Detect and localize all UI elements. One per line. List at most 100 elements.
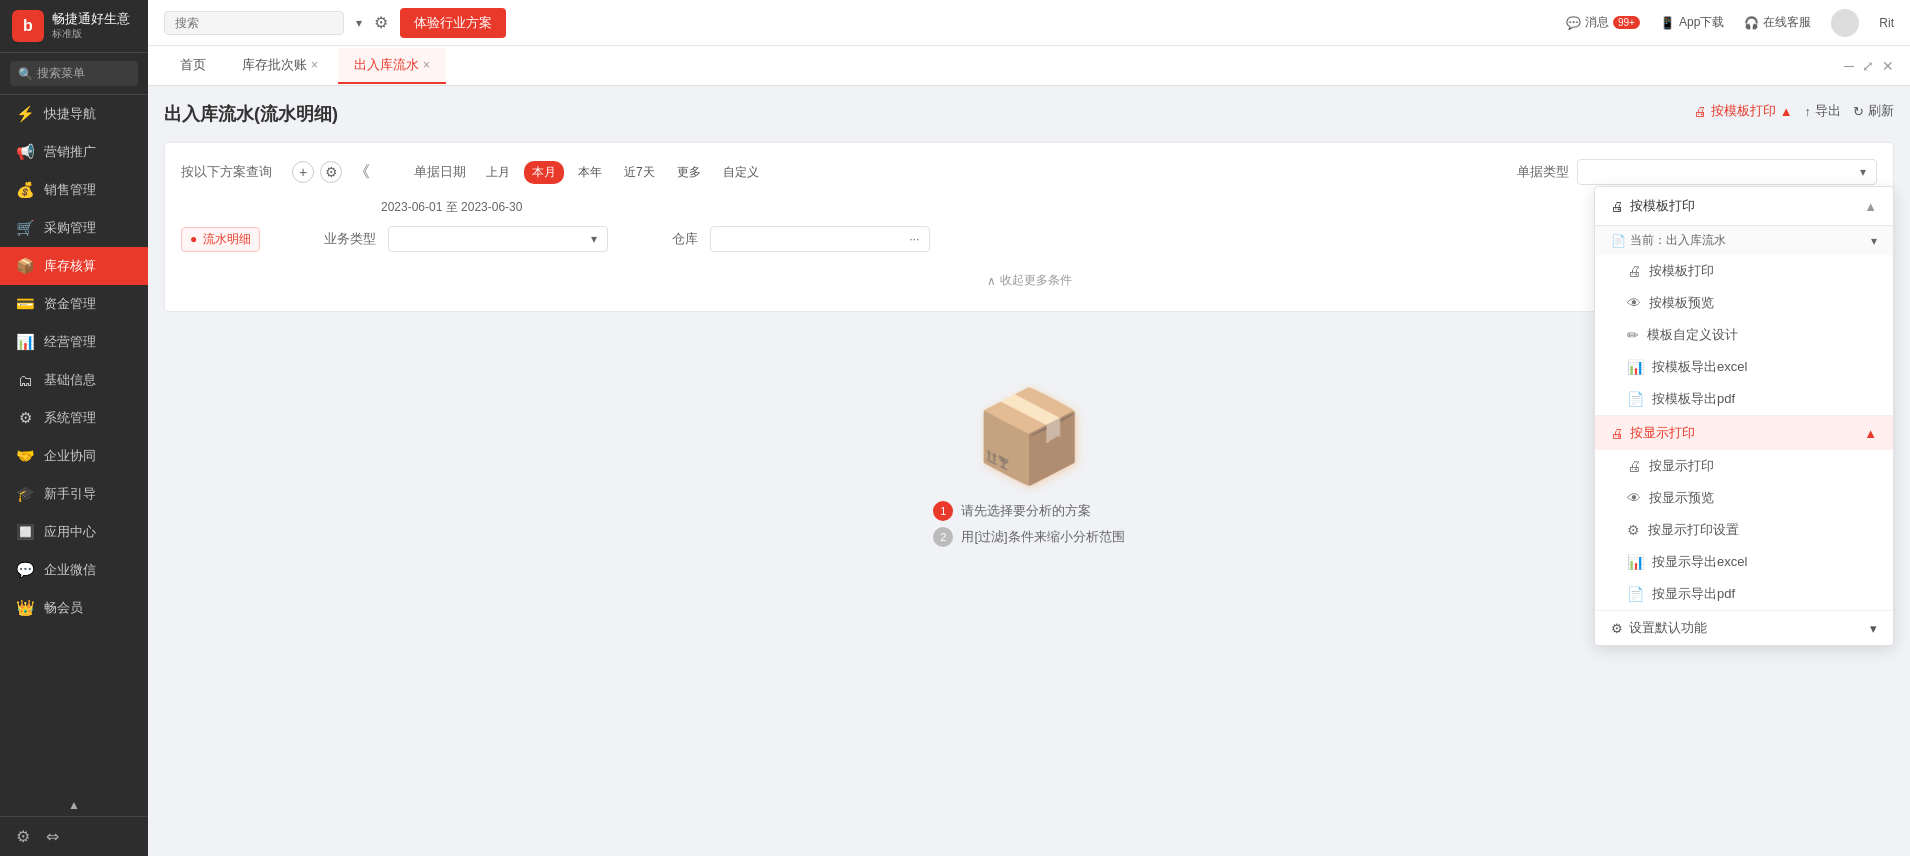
sidebar-item-shortcut[interactable]: ⚡ 快捷导航 (0, 95, 148, 133)
printer-panel-icon: 🖨 (1611, 199, 1624, 214)
headset-icon: 🎧 (1744, 16, 1759, 30)
sidebar-search-area[interactable]: 🔍 搜索菜单 (0, 53, 148, 95)
sidebar-item-base[interactable]: 🗂 基础信息 (0, 361, 148, 399)
sidebar-item-system[interactable]: ⚙ 系统管理 (0, 399, 148, 437)
template-export-pdf-item[interactable]: 📄 按模板导出pdf (1595, 383, 1893, 415)
tab-home[interactable]: 首页 (164, 48, 222, 84)
template-customize-icon: ✏ (1627, 327, 1639, 343)
sidebar-bottom: ⚙ ⇔ (0, 816, 148, 856)
sidebar-item-member[interactable]: 👑 畅会员 (0, 589, 148, 627)
type-filter-area: 单据类型 ▾ (1517, 159, 1877, 185)
date-btn-more[interactable]: 更多 (669, 161, 709, 184)
display-preview-item[interactable]: 👁 按显示预览 (1595, 482, 1893, 514)
sidebar-item-operation[interactable]: 📊 经营管理 (0, 323, 148, 361)
current-chevron[interactable]: ▾ (1871, 234, 1877, 248)
template-export-excel-item[interactable]: 📊 按模板导出excel (1595, 351, 1893, 383)
set-default-icon: ⚙ (1611, 621, 1623, 636)
topbar-settings-icon[interactable]: ⚙ (374, 13, 388, 32)
template-customize-item[interactable]: ✏ 模板自定义设计 (1595, 319, 1893, 351)
sidebar-item-finance[interactable]: 💳 资金管理 (0, 285, 148, 323)
sidebar-item-sales[interactable]: 💰 销售管理 (0, 171, 148, 209)
system-icon: ⚙ (16, 409, 34, 427)
online-service-btn[interactable]: 🎧 在线客服 (1744, 14, 1811, 31)
sidebar-item-enterprise[interactable]: 🤝 企业协同 (0, 437, 148, 475)
template-preview-item[interactable]: 👁 按模板预览 (1595, 287, 1893, 319)
inventory-icon: 📦 (16, 257, 34, 275)
display-print-section-header[interactable]: 🖨 按显示打印 ▲ (1595, 416, 1893, 450)
date-btn-custom[interactable]: 自定义 (715, 161, 767, 184)
tabs-close-all-icon[interactable]: ✕ (1882, 58, 1894, 74)
sidebar-nav: ⚡ 快捷导航 📢 营销推广 💰 销售管理 🛒 采购管理 📦 库存核算 💳 资金管… (0, 95, 148, 794)
display-print-chevron[interactable]: ▲ (1864, 426, 1877, 441)
tabs-max-icon[interactable]: ⤢ (1862, 58, 1874, 74)
display-print-settings-item[interactable]: ⚙ 按显示打印设置 (1595, 514, 1893, 546)
export-btn[interactable]: ↑ 导出 (1805, 102, 1842, 120)
sidebar-item-label: 采购管理 (44, 219, 96, 237)
sidebar-item-purchase[interactable]: 🛒 采购管理 (0, 209, 148, 247)
filter-setting-button[interactable]: ⚙ (320, 161, 342, 183)
template-export-pdf-label: 按模板导出pdf (1652, 390, 1735, 408)
sidebar-item-label: 资金管理 (44, 295, 96, 313)
search-menu-btn[interactable]: 🔍 搜索菜单 (10, 61, 138, 86)
type-select-arrow: ▾ (1860, 165, 1866, 179)
date-btn-this-year[interactable]: 本年 (570, 161, 610, 184)
refresh-btn[interactable]: ↻ 刷新 (1853, 102, 1894, 120)
display-export-excel-item[interactable]: 📊 按显示导出excel (1595, 546, 1893, 578)
business-type-select[interactable]: ▾ (388, 226, 608, 252)
date-btn-7days[interactable]: 近7天 (616, 161, 663, 184)
collapse-sidebar-icon[interactable]: ⇔ (46, 827, 59, 846)
sidebar-item-guide[interactable]: 🎓 新手引导 (0, 475, 148, 513)
sidebar-item-inventory[interactable]: 📦 库存核算 (0, 247, 148, 285)
step-1-text: 请先选择要分析的方案 (961, 502, 1091, 520)
avatar[interactable] (1831, 9, 1859, 37)
settings-bottom-icon[interactable]: ⚙ (16, 827, 30, 846)
date-btn-this-month[interactable]: 本月 (524, 161, 564, 184)
message-btn[interactable]: 💬 消息 99+ (1566, 14, 1640, 31)
step-1-num: 1 (933, 501, 953, 521)
topbar-search-input[interactable] (164, 11, 344, 35)
filter-title-label: 按以下方案查询 (181, 163, 272, 181)
appcenter-icon: 🔲 (16, 523, 34, 541)
set-default-section[interactable]: ⚙ 设置默认功能 ▾ (1595, 611, 1893, 645)
sidebar-item-wecom[interactable]: 💬 企业微信 (0, 551, 148, 589)
type-select[interactable]: ▾ (1577, 159, 1877, 185)
display-print-item[interactable]: 🖨 按显示打印 (1595, 450, 1893, 482)
logo-icon: b (12, 10, 44, 42)
warehouse-label: 仓库 (672, 230, 698, 248)
date-label: 单据日期 (414, 163, 466, 181)
display-export-pdf-item[interactable]: 📄 按显示导出pdf (1595, 578, 1893, 610)
chevron-up-icon: ▲ (1780, 104, 1793, 119)
tab-inventory-flow-close[interactable]: × (423, 58, 430, 72)
print-panel-collapse-icon[interactable]: ▲ (1864, 199, 1877, 214)
sidebar-item-label: 畅会员 (44, 599, 83, 617)
warehouse-select[interactable]: ··· (710, 226, 930, 252)
sidebar-item-marketing[interactable]: 📢 营销推广 (0, 133, 148, 171)
industry-solution-button[interactable]: 体验行业方案 (400, 8, 506, 38)
flow-detail-tag[interactable]: ● 流水明细 (181, 227, 260, 252)
tab-inventory-flow[interactable]: 出入库流水 × (338, 48, 446, 84)
template-export-excel-label: 按模板导出excel (1652, 358, 1747, 376)
display-print-header-inner: 🖨 按显示打印 (1611, 424, 1695, 442)
template-print-btn[interactable]: 🖨 按模板打印 ▲ (1694, 102, 1793, 120)
tabs-min-icon[interactable]: ─ (1844, 58, 1854, 74)
sidebar-scroll-up[interactable]: ▲ (0, 794, 148, 816)
base-icon: 🗂 (16, 371, 34, 389)
app-download-btn[interactable]: 📱 App下载 (1660, 14, 1724, 31)
sidebar-item-label: 企业微信 (44, 561, 96, 579)
finance-icon: 💳 (16, 295, 34, 313)
filter-collapse-btn[interactable]: 《 (354, 162, 370, 183)
date-btn-last-month[interactable]: 上月 (478, 161, 518, 184)
warehouse-more-icon[interactable]: ··· (909, 232, 919, 246)
filter-actions: + ⚙ (292, 161, 342, 183)
topbar-right: 💬 消息 99+ 📱 App下载 🎧 在线客服 Rit (1566, 9, 1894, 37)
username-label[interactable]: Rit (1879, 16, 1894, 30)
template-print-item[interactable]: 🖨 按模板打印 (1595, 255, 1893, 287)
filter-add-button[interactable]: + (292, 161, 314, 183)
sidebar-item-appcenter[interactable]: 🔲 应用中心 (0, 513, 148, 551)
sales-icon: 💰 (16, 181, 34, 199)
topbar-dropdown-arrow[interactable]: ▾ (356, 16, 362, 30)
business-type-label: 业务类型 (324, 230, 376, 248)
tab-inventory-batch-close[interactable]: × (311, 58, 318, 72)
empty-steps: 1 请先选择要分析的方案 2 用[过滤]条件来缩小分析范围 (933, 501, 1124, 547)
tab-inventory-batch[interactable]: 库存批次账 × (226, 48, 334, 84)
